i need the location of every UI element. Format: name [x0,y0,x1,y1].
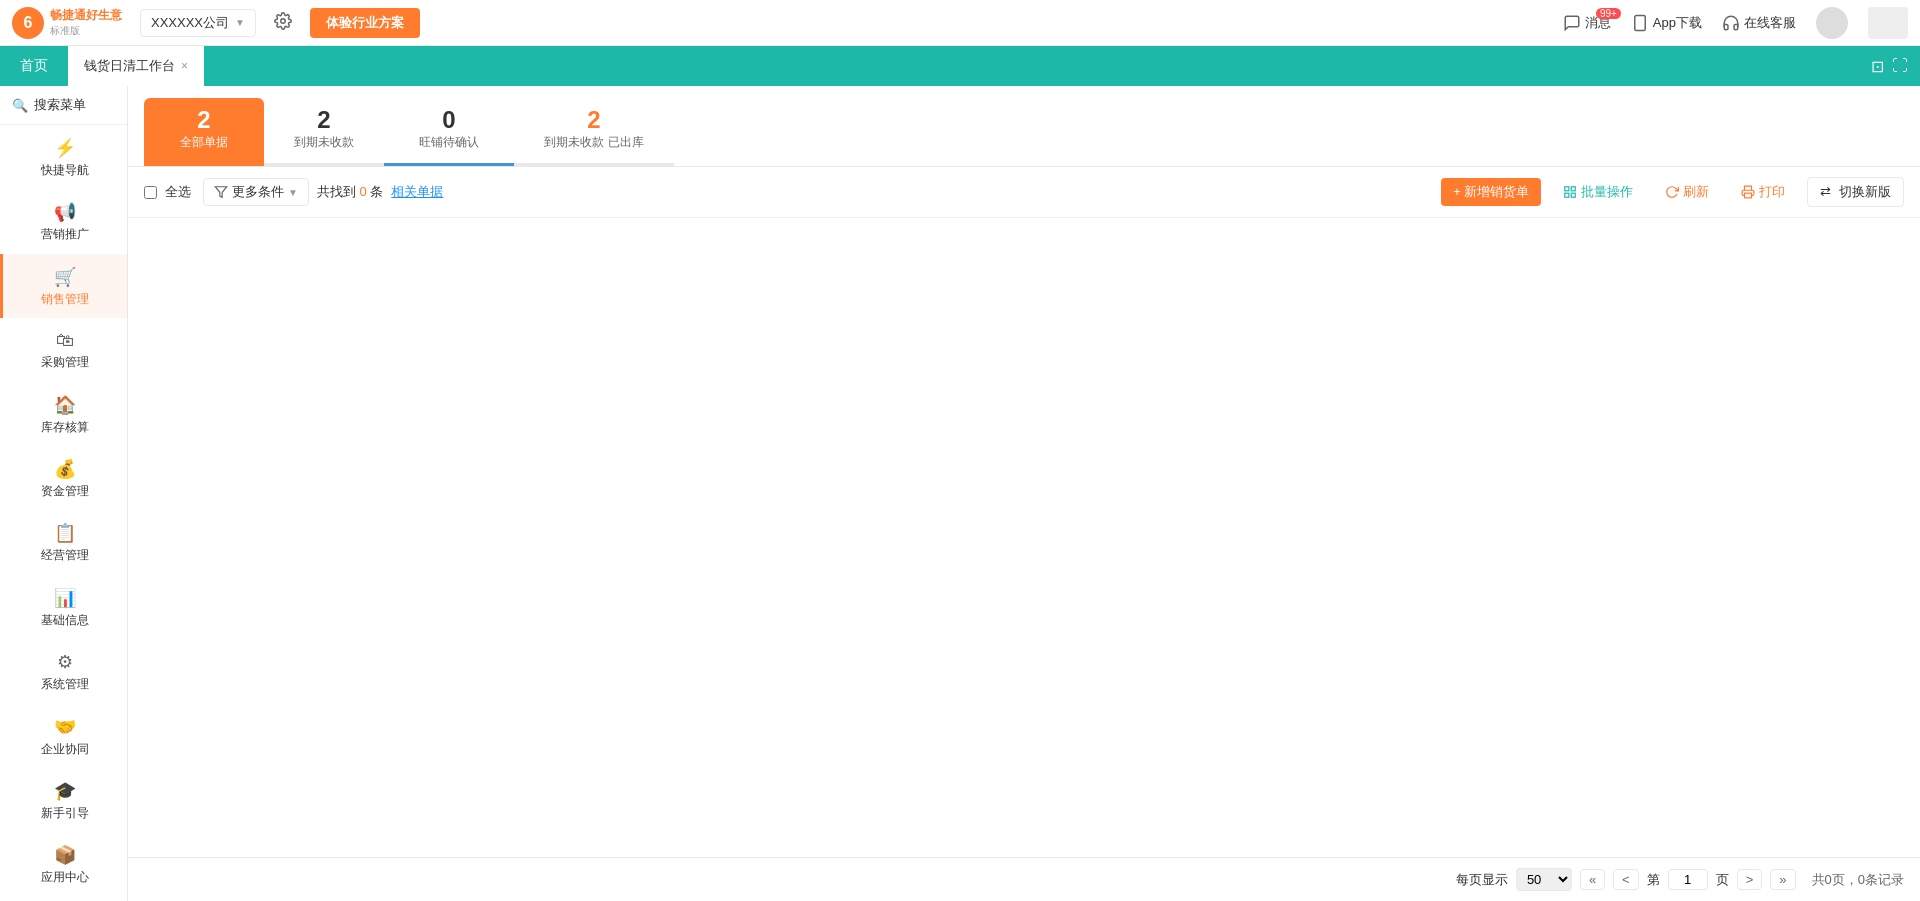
marketing-icon: 📢 [54,201,76,223]
tab-home[interactable]: 首页 [0,46,68,86]
sidebar-item-sales[interactable]: 🛒 销售管理 [0,254,127,318]
select-all-checkbox[interactable] [144,186,157,199]
inventory-icon: 🏠 [54,394,76,416]
sales-icon: 🛒 [54,266,76,288]
company-name: XXXXXX公司 [151,14,229,32]
company-selector[interactable]: XXXXXX公司 ▼ [140,9,256,37]
per-page-select[interactable]: 50 100 200 [1516,868,1572,891]
sidebar-item-capital[interactable]: 💰 资金管理 [0,446,127,510]
content-area: 2 全部单据 2 到期未收款 0 旺铺待确认 2 到期未收款 已出库 全选 [128,86,1920,901]
refresh-icon [1665,185,1679,199]
logo-area: 6 畅捷通好生意 标准版 [12,7,140,39]
svg-rect-5 [1572,187,1576,191]
sidebar-item-enterprise-coop[interactable]: 🤝 企业协同 [0,704,127,768]
tab-active[interactable]: 钱货日清工作台 × [68,46,204,86]
avatar[interactable] [1816,7,1848,39]
online-service-button[interactable]: 在线客服 [1722,14,1796,32]
search-icon: 🔍 [12,98,28,113]
app-center-icon: 📦 [54,844,76,866]
stat-tabs: 2 全部单据 2 到期未收款 0 旺铺待确认 2 到期未收款 已出库 [128,86,1920,167]
close-tab-icon[interactable]: × [181,59,188,73]
quick-nav-icon: ⚡ [54,137,76,159]
user-menu[interactable] [1868,7,1908,39]
related-orders-link[interactable]: 相关单据 [391,183,443,201]
total-pages-text: 共0页，0条记录 [1812,871,1904,889]
stat-tab-overdue-shipped[interactable]: 2 到期未收款 已出库 [514,98,674,166]
tab-maximize-button[interactable]: ⛶ [1892,57,1908,75]
page-suffix: 页 [1716,871,1729,889]
sidebar-item-marketing[interactable]: 📢 营销推广 [0,189,127,253]
select-all-label: 全选 [165,183,191,201]
tab-label: 钱货日清工作台 [84,57,175,75]
batch-ops-icon [1563,185,1577,199]
batch-ops-button[interactable]: 批量操作 [1553,179,1643,205]
sidebar-search[interactable]: 🔍 搜索菜单 [0,86,127,125]
header-right: 消息 99+ App下载 在线客服 [1563,7,1908,39]
sidebar-item-app-center[interactable]: 📦 应用中心 [0,832,127,896]
svg-rect-4 [1565,187,1569,191]
message-badge: 99+ [1596,8,1621,19]
logo-icon: 6 [12,7,44,39]
print-button[interactable]: 打印 [1731,179,1795,205]
chevron-down-icon: ▼ [235,17,245,28]
svg-point-0 [281,18,286,23]
switch-version-button[interactable]: ⇄ 切换新版 [1807,177,1904,207]
tab-bar: 首页 钱货日清工作台 × ⊡ ⛶ [0,46,1920,86]
svg-rect-8 [1745,193,1752,198]
beginner-icon: 🎓 [54,780,76,802]
tab-actions: ⊡ ⛶ [1859,57,1920,76]
sidebar-item-base-info[interactable]: 📊 基础信息 [0,575,127,639]
app-download-button[interactable]: App下载 [1631,14,1702,32]
first-page-button[interactable]: « [1580,869,1605,890]
operations-icon: 📋 [54,522,76,544]
system-icon: ⚙ [57,651,73,673]
svg-marker-3 [215,187,227,198]
base-info-icon: 📊 [54,587,76,609]
svg-rect-7 [1565,193,1569,197]
next-page-button[interactable]: > [1737,869,1763,890]
sidebar-item-purchase[interactable]: 🛍 采购管理 [0,318,127,381]
sidebar-item-quick-nav[interactable]: ⚡ 快捷导航 [0,125,127,189]
sidebar-item-system[interactable]: ⚙ 系统管理 [0,639,127,703]
switch-icon: ⇄ [1820,184,1831,199]
enterprise-coop-icon: 🤝 [54,716,76,738]
page-label: 第 [1647,871,1660,889]
page-input[interactable] [1668,869,1708,890]
sidebar-item-inventory[interactable]: 🏠 库存核算 [0,382,127,446]
stat-tab-pending[interactable]: 0 旺铺待确认 [384,98,514,166]
toolbar: 全选 更多条件 ▼ 共找到 0 条 相关单据 + 新增销货单 [128,167,1920,218]
purchase-icon: 🛍 [56,330,74,351]
last-page-button[interactable]: » [1770,869,1795,890]
sidebar-item-beginner[interactable]: 🎓 新手引导 [0,768,127,832]
toolbar-left: 全选 更多条件 ▼ 共找到 0 条 相关单据 [144,178,443,206]
stat-tab-all[interactable]: 2 全部单据 [144,98,264,166]
sidebar-item-operations[interactable]: 📋 经营管理 [0,510,127,574]
found-count-text: 共找到 0 条 [317,183,383,201]
print-icon [1741,185,1755,199]
prev-page-button[interactable]: < [1613,869,1639,890]
main-layout: 🔍 搜索菜单 ⚡ 快捷导航 📢 营销推广 🛒 销售管理 🛍 采购管理 🏠 库存核… [0,86,1920,901]
logo-text: 畅捷通好生意 标准版 [50,7,122,38]
per-page-label: 每页显示 [1456,871,1508,889]
message-button[interactable]: 消息 99+ [1563,14,1611,32]
settings-button[interactable] [266,8,300,38]
more-filter-button[interactable]: 更多条件 ▼ [203,178,309,206]
toolbar-right: + 新增销货单 批量操作 刷新 [1441,177,1904,207]
stat-tab-overdue[interactable]: 2 到期未收款 [264,98,384,166]
trial-button[interactable]: 体验行业方案 [310,8,420,38]
refresh-button[interactable]: 刷新 [1655,179,1719,205]
sidebar: 🔍 搜索菜单 ⚡ 快捷导航 📢 营销推广 🛒 销售管理 🛍 采购管理 🏠 库存核… [0,86,128,901]
sidebar-item-weixin[interactable]: 💬 企业微信 [0,897,127,901]
chevron-down-icon: ▼ [288,187,298,198]
filter-icon [214,185,228,199]
table-area [128,218,1920,857]
top-header: 6 畅捷通好生意 标准版 XXXXXX公司 ▼ 体验行业方案 消息 99+ [0,0,1920,46]
tab-minimize-button[interactable]: ⊡ [1871,57,1884,76]
pagination-bar: 每页显示 50 100 200 « < 第 页 > » 共0页，0条记录 [128,857,1920,901]
svg-rect-6 [1572,193,1576,197]
add-sales-button[interactable]: + 新增销货单 [1441,178,1541,206]
capital-icon: 💰 [54,458,76,480]
